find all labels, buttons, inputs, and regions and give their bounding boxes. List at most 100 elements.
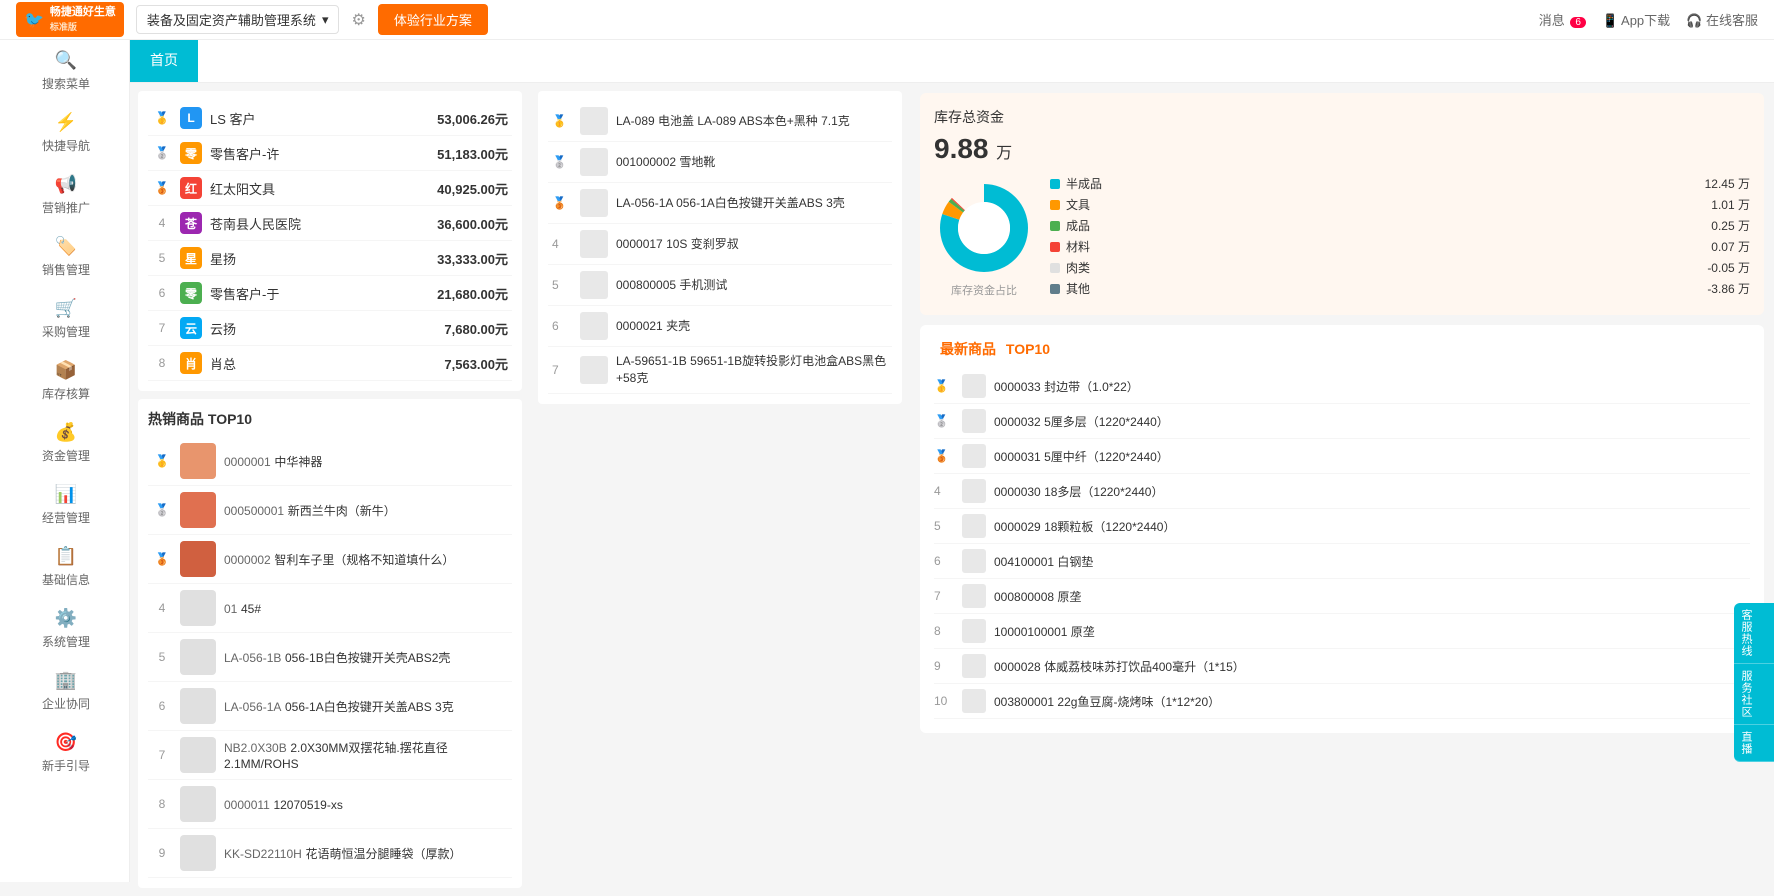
new-product-img bbox=[962, 689, 986, 713]
sidebar-item-system[interactable]: ⚙️系统管理 bbox=[0, 598, 129, 660]
hot-rank-num: 🥈 bbox=[152, 503, 172, 517]
customer-name: 云扬 bbox=[210, 319, 436, 338]
new-product-name: 18颗粒板（1220*2440） bbox=[1044, 520, 1175, 534]
app-download-btn[interactable]: 📱 App下载 bbox=[1602, 10, 1670, 29]
new-products-card: 最新商品 TOP10 🥇 0000033 封边带（1.0*22） 🥈 00000… bbox=[920, 325, 1764, 733]
sidebar-item-marketing[interactable]: 📢营销推广 bbox=[0, 164, 129, 226]
hot-product-row: 6 LA-056-1A 056-1A白色按键开关盖ABS 3克 bbox=[148, 682, 512, 731]
customer-badge: 云 bbox=[180, 317, 202, 339]
sidebar-item-guide[interactable]: 🎯新手引导 bbox=[0, 722, 129, 784]
hot-product-row: 7 NB2.0X30B 2.0X30MM双摆花轴.摆花直径2.1MM/ROHS bbox=[148, 731, 512, 780]
new-product-name: 封边带（1.0*22） bbox=[1044, 380, 1139, 394]
sidebar-label-quicknav: 快捷导航 bbox=[42, 137, 90, 154]
product-name: 智利车子里（规格不知道填什么） bbox=[274, 553, 454, 567]
new-rank-num: 8 bbox=[934, 624, 954, 638]
new-product-code: 0000031 bbox=[994, 450, 1041, 464]
hot-products-card: 热销商品 TOP10 🥇 0000001 中华神器 🥈 000500001 新西… bbox=[138, 399, 522, 888]
online-service-btn[interactable]: 🎧 在线客服 bbox=[1686, 10, 1758, 29]
center-product-name: 手机测试 bbox=[679, 278, 727, 292]
sidebar-label-sales: 销售管理 bbox=[42, 261, 90, 278]
new-product-code: 0000030 bbox=[994, 485, 1041, 499]
inventory-title: 库存总资金 bbox=[934, 107, 1750, 127]
new-product-row: 🥉 0000031 5厘中纤（1220*2440） bbox=[934, 439, 1750, 474]
sidebar-item-sales[interactable]: 🏷️销售管理 bbox=[0, 226, 129, 288]
new-rank-num: 9 bbox=[934, 659, 954, 673]
new-product-img bbox=[962, 514, 986, 538]
center-rank-num: 4 bbox=[552, 237, 572, 251]
sidebar-label-inventory: 库存核算 bbox=[42, 385, 90, 402]
legend-dot bbox=[1050, 221, 1060, 231]
hot-product-row: 🥇 0000001 中华神器 bbox=[148, 437, 512, 486]
logo-sub: 标准版 bbox=[50, 20, 116, 33]
chart-label: 库存资金占比 bbox=[934, 282, 1034, 298]
tab-home[interactable]: 首页 bbox=[130, 40, 198, 82]
logo-icon: 🐦 bbox=[24, 10, 44, 30]
system-name: 装备及固定资产辅助管理系统 bbox=[147, 10, 316, 29]
logo-area: 🐦 畅捷通好生意 标准版 bbox=[16, 2, 124, 36]
center-product-img bbox=[580, 356, 608, 384]
sidebar-item-basic[interactable]: 📋基础信息 bbox=[0, 536, 129, 598]
service-label: 在线客服 bbox=[1706, 13, 1758, 28]
legend-name: 文具 bbox=[1066, 196, 1705, 213]
legend-name: 肉类 bbox=[1066, 259, 1701, 276]
new-product-name: 原垄 bbox=[1071, 625, 1095, 639]
center-product-row: 4 0000017 10S 变刹罗叔 bbox=[548, 224, 892, 265]
center-products-card: 🥇 LA-089 电池盖 LA-089 ABS本色+黑种 7.1克 🥈 0010… bbox=[538, 91, 902, 404]
customer-badge: 零 bbox=[180, 282, 202, 304]
legend-dot bbox=[1050, 242, 1060, 252]
sidebar-item-operation[interactable]: 📊经营管理 bbox=[0, 474, 129, 536]
hot-product-row: 🥉 0000002 智利车子里（规格不知道填什么） bbox=[148, 535, 512, 584]
new-rank-num: 4 bbox=[934, 484, 954, 498]
float-btn-1[interactable]: 服务社区 bbox=[1734, 664, 1774, 725]
sidebar-item-inventory[interactable]: 📦库存核算 bbox=[0, 350, 129, 412]
new-rank-num: 5 bbox=[934, 519, 954, 533]
customer-amount: 53,006.26元 bbox=[437, 109, 508, 128]
new-product-row: 5 0000029 18颗粒板（1220*2440） bbox=[934, 509, 1750, 544]
new-product-name: 5厘多层（1220*2440） bbox=[1044, 415, 1169, 429]
logo-text: 畅捷通好生意 bbox=[50, 6, 116, 19]
top-bar: 🐦 畅捷通好生意 标准版 装备及固定资产辅助管理系统 ▾ ⚙ 体验行业方案 消息… bbox=[0, 0, 1774, 40]
product-name: 新西兰牛肉（新牛） bbox=[288, 504, 396, 518]
center-product-row: 🥇 LA-089 电池盖 LA-089 ABS本色+黑种 7.1克 bbox=[548, 101, 892, 142]
float-btn-2[interactable]: 直播 bbox=[1734, 725, 1774, 762]
sidebar-label-guide: 新手引导 bbox=[42, 757, 90, 774]
rank-number: 🥇 bbox=[152, 111, 172, 125]
basic-icon: 📋 bbox=[55, 546, 77, 567]
sidebar-item-purchase[interactable]: 🛒采购管理 bbox=[0, 288, 129, 350]
customer-amount: 36,600.00元 bbox=[437, 214, 508, 233]
hot-rank-num: 7 bbox=[152, 748, 172, 762]
product-info: 0000011 12070519-xs bbox=[224, 797, 508, 812]
float-btn-0[interactable]: 客服热线 bbox=[1734, 603, 1774, 664]
page-tabs: 首页 bbox=[130, 40, 1774, 83]
product-info: KK-SD22110H 花语萌恒温分腿睡袋（厚款） bbox=[224, 845, 508, 862]
customer-rank-row: 6 零 零售客户-于 21,680.00元 bbox=[148, 276, 512, 311]
hot-product-row: 4 01 45# bbox=[148, 584, 512, 633]
chevron-down-icon: ▾ bbox=[322, 12, 329, 28]
inventory-amount: 9.88 bbox=[934, 133, 989, 164]
product-info: 0000001 中华神器 bbox=[224, 453, 508, 470]
customer-amount: 21,680.00元 bbox=[437, 284, 508, 303]
gear-button[interactable]: ⚙ bbox=[351, 10, 365, 30]
trial-button[interactable]: 体验行业方案 bbox=[378, 4, 488, 35]
sidebar-item-quicknav[interactable]: ⚡快捷导航 bbox=[0, 102, 129, 164]
sidebar-item-finance[interactable]: 💰资金管理 bbox=[0, 412, 129, 474]
top-label: TOP10 bbox=[1006, 341, 1050, 357]
product-info: 01 45# bbox=[224, 601, 508, 616]
product-info: 0000002 智利车子里（规格不知道填什么） bbox=[224, 551, 508, 568]
hot-product-row: 9 KK-SD22110H 花语萌恒温分腿睡袋（厚款） bbox=[148, 829, 512, 878]
center-product-info: LA-59651-1B 59651-1B旋转投影灯电池盒ABS黑色+58克 bbox=[616, 353, 888, 387]
sidebar-item-search[interactable]: 🔍搜索菜单 bbox=[0, 40, 129, 102]
new-product-img bbox=[962, 584, 986, 608]
center-product-img bbox=[580, 312, 608, 340]
sidebar-label-company: 企业协同 bbox=[42, 695, 90, 712]
message-btn[interactable]: 消息 6 bbox=[1539, 10, 1586, 29]
hot-rank-num: 5 bbox=[152, 650, 172, 664]
product-info: LA-056-1A 056-1A白色按键开关盖ABS 3克 bbox=[224, 698, 508, 715]
left-panel: 🥇 L LS 客户 53,006.26元 🥈 零 零售客户-许 51,183.0… bbox=[130, 83, 530, 896]
sidebar-item-company[interactable]: 🏢企业协同 bbox=[0, 660, 129, 722]
customer-name: 零售客户-许 bbox=[210, 144, 429, 163]
new-product-code: 0000029 bbox=[994, 520, 1041, 534]
customer-badge: 苍 bbox=[180, 212, 202, 234]
new-product-name: 体威荔枝味苏打饮品400毫升（1*15） bbox=[1044, 660, 1245, 674]
system-select[interactable]: 装备及固定资产辅助管理系统 ▾ bbox=[136, 5, 340, 34]
